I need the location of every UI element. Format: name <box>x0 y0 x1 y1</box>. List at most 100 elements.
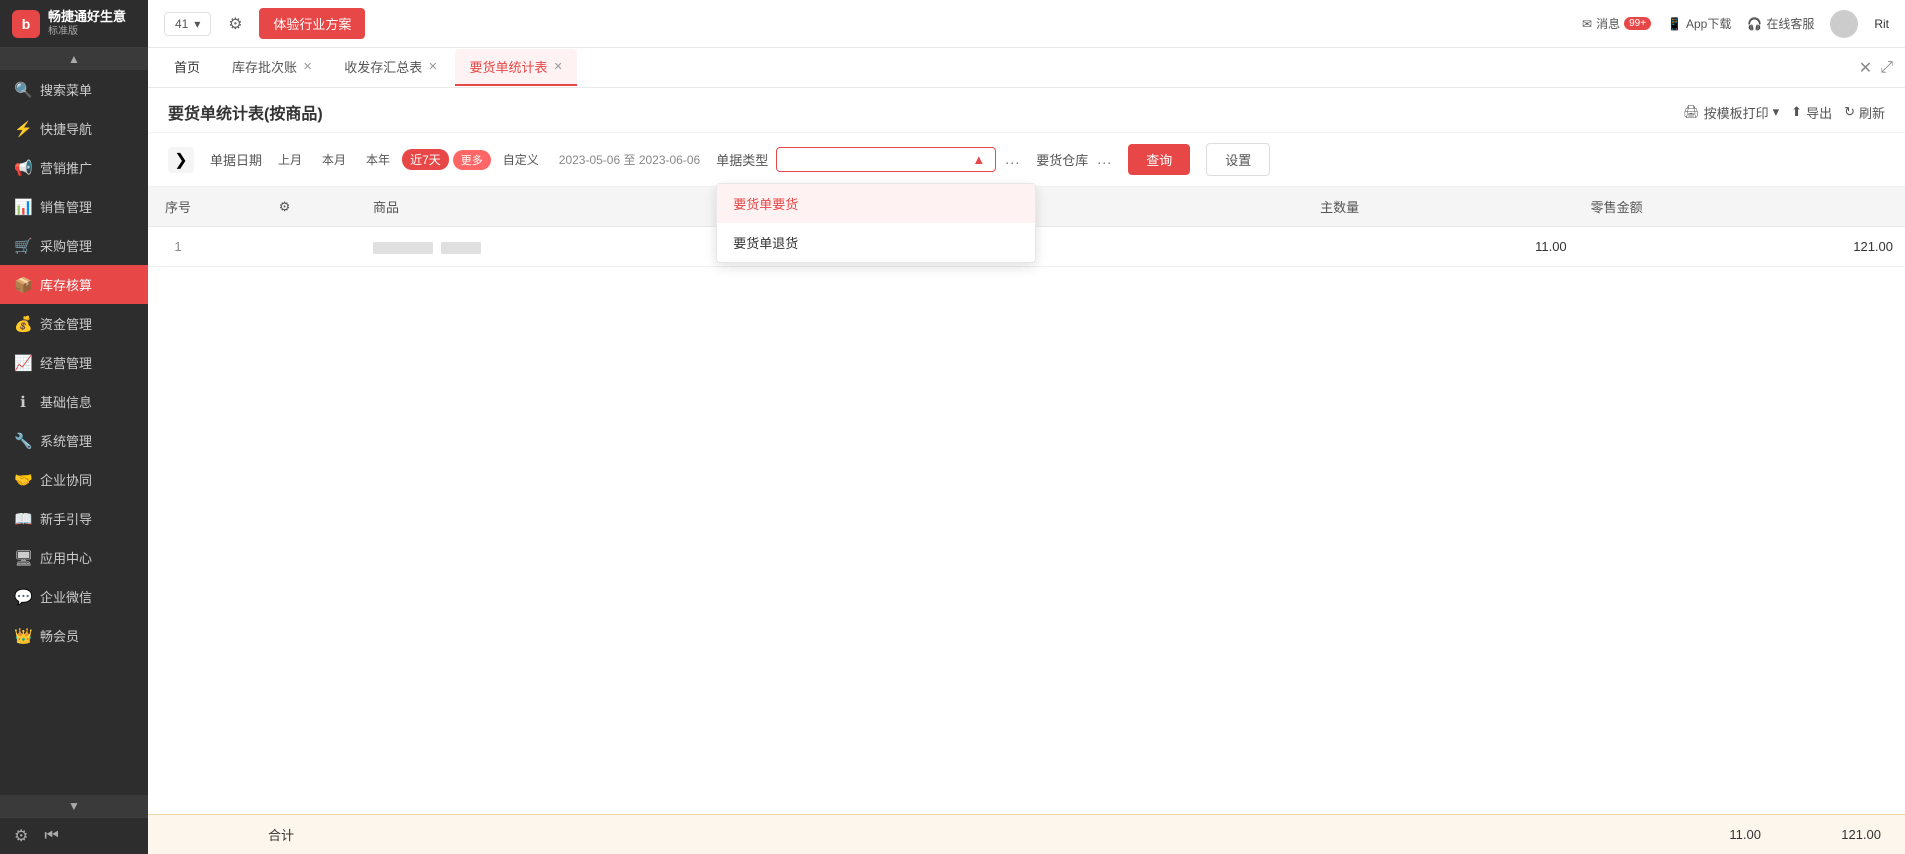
store-selector[interactable]: 41 ▾ <box>164 12 211 36</box>
refresh-btn[interactable]: ↻ 刷新 <box>1844 103 1885 122</box>
doc-type-select[interactable]: ▲ <box>776 147 996 172</box>
message-label: 消息 <box>1596 15 1620 32</box>
tab-close-icon[interactable]: ✕ <box>554 60 563 73</box>
query-btn[interactable]: 查询 <box>1128 144 1190 175</box>
sidebar-item-库存核算[interactable]: 📦 库存核算 <box>0 265 148 304</box>
sidebar-icon: ℹ <box>14 393 32 411</box>
app-logo-icon: b <box>12 10 40 38</box>
cell-index: 1 <box>148 227 208 267</box>
col-settings[interactable]: ⚙ <box>208 187 361 227</box>
online-service-label: 在线客服 <box>1766 15 1814 32</box>
print-template-btn[interactable]: 🖨 按模板打印 ▾ <box>1683 103 1779 122</box>
message-icon: ✉ <box>1582 17 1592 31</box>
sidebar-item-系统管理[interactable]: 🔧系统管理 <box>0 421 148 460</box>
refresh-icon: ↻ <box>1844 104 1855 120</box>
footer-total-label: 合计 <box>256 825 306 844</box>
col-qty: 主数量 <box>1308 187 1579 227</box>
sidebar-logo: b 畅捷通好生意 标准版 <box>0 0 148 48</box>
footer-retail-amount: 121.00 <box>1773 827 1893 842</box>
export-btn[interactable]: ⬆ 导出 <box>1791 103 1832 122</box>
page-actions: 🖨 按模板打印 ▾ ⬆ 导出 ↻ 刷新 <box>1683 103 1885 122</box>
sidebar-icon: 📊 <box>14 198 32 216</box>
sidebar-scroll-up[interactable]: ▲ <box>0 48 148 70</box>
sidebar-nav: 🔍搜索菜单⚡快捷导航📢营销推广📊销售管理🛒采购管理 📦 库存核算 💰资金管理📈经营管理… <box>0 70 148 795</box>
doc-type-dropdown: 要货单要货要货单退货 <box>716 183 1036 263</box>
sidebar-item-企业微信[interactable]: 💬企业微信 <box>0 577 148 616</box>
sidebar-icon: 📦 <box>14 276 32 294</box>
dropdown-option-0[interactable]: 要货单要货 <box>717 184 1035 223</box>
sidebar-icon: 👑 <box>14 627 32 645</box>
date-last-7days-btn[interactable]: 近7天 <box>402 149 449 170</box>
topbar: 41 ▾ ⚙ 体验行业方案 ✉ 消息 99+ 📱 App下载 🎧 在线客服 Ri… <box>148 0 1905 48</box>
sidebar-icon: 🔧 <box>14 432 32 450</box>
sidebar-scroll-down[interactable]: ▼ <box>0 795 148 817</box>
col-amount: 零售金额 <box>1579 187 1905 227</box>
sidebar-item-快捷导航[interactable]: ⚡快捷导航 <box>0 109 148 148</box>
date-this-year-btn[interactable]: 本年 <box>358 148 398 171</box>
date-last-month-btn[interactable]: 上月 <box>270 148 310 171</box>
date-this-month-btn[interactable]: 本月 <box>314 148 354 171</box>
topbar-gear-button[interactable]: ⚙ <box>221 10 249 38</box>
tab-close-icon[interactable]: ✕ <box>303 60 312 73</box>
setting-btn[interactable]: 设置 <box>1206 143 1270 176</box>
dropdown-option-1[interactable]: 要货单退货 <box>717 223 1035 262</box>
date-custom-btn[interactable]: 自定义 <box>495 148 547 171</box>
sidebar-item-采购管理[interactable]: 🛒采购管理 <box>0 226 148 265</box>
date-range-text: 2023-05-06 至 2023-06-06 <box>559 151 700 168</box>
sidebar-item-资金管理[interactable]: 💰资金管理 <box>0 304 148 343</box>
sidebar-item-畅会员[interactable]: 👑 畅会员 <box>0 616 148 655</box>
tab-收发存汇总表[interactable]: 收发存汇总表 ✕ <box>330 49 451 86</box>
doc-type-filter-group: 单据类型 ▲ … 要货单要货要货单退货 <box>716 147 1020 172</box>
user-avatar[interactable] <box>1830 10 1858 38</box>
sidebar-item-经营管理[interactable]: 📈经营管理 <box>0 343 148 382</box>
sidebar-item-企业协同[interactable]: 🤝企业协同 <box>0 460 148 499</box>
tab-close-icon[interactable]: ✕ <box>428 60 437 73</box>
sidebar-icon: 🖥 <box>14 549 32 567</box>
close-all-icon[interactable]: ✕ <box>1859 58 1872 78</box>
sidebar-label: 快捷导航 <box>40 119 92 138</box>
sidebar-label: 搜索菜单 <box>40 80 92 99</box>
sidebar-icon: 💬 <box>14 588 32 606</box>
app-download-label: App下载 <box>1686 15 1731 32</box>
brand-name: 畅捷通好生意 <box>48 9 126 26</box>
warehouse-more-icon[interactable]: … <box>1096 151 1112 169</box>
doc-type-label: 单据类型 <box>716 150 768 169</box>
tab-首页[interactable]: 首页 <box>160 49 214 86</box>
tab-label: 库存批次账 <box>232 57 297 76</box>
export-icon: ⬆ <box>1791 104 1802 120</box>
sidebar-item-基础信息[interactable]: ℹ基础信息 <box>0 382 148 421</box>
tab-要货单统计表[interactable]: 要货单统计表 ✕ <box>455 49 576 86</box>
message-btn[interactable]: ✉ 消息 99+ <box>1582 15 1651 32</box>
settings-icon[interactable]: ⚙ <box>14 826 28 846</box>
online-service-btn[interactable]: 🎧 在线客服 <box>1747 15 1814 32</box>
sidebar-item-销售管理[interactable]: 📊销售管理 <box>0 187 148 226</box>
app-download-btn[interactable]: 📱 App下载 <box>1667 15 1731 32</box>
date-more-btn[interactable]: 更多 <box>453 150 491 170</box>
doc-type-chevron-up-icon[interactable]: ▲ <box>972 152 985 167</box>
warehouse-filter-group: 要货仓库 … <box>1036 150 1112 169</box>
sidebar-label: 库存核算 <box>40 275 92 294</box>
footer-main-qty: 11.00 <box>1653 827 1773 842</box>
filter-expand-btn[interactable]: ❯ <box>168 147 194 173</box>
sidebar-label: 企业协同 <box>40 470 92 489</box>
sidebar-item-搜索菜单[interactable]: 🔍搜索菜单 <box>0 70 148 109</box>
brand-sub: 标准版 <box>48 25 126 38</box>
main-area: 41 ▾ ⚙ 体验行业方案 ✉ 消息 99+ 📱 App下载 🎧 在线客服 Ri… <box>148 0 1905 854</box>
headset-icon: 🎧 <box>1747 17 1762 31</box>
collapse-icon[interactable]: ⏮ <box>44 827 58 845</box>
sidebar-label: 畅会员 <box>40 626 79 645</box>
tab-库存批次账[interactable]: 库存批次账 ✕ <box>218 49 326 86</box>
cell-main-qty: 11.00 <box>1308 227 1579 267</box>
sidebar-item-应用中心[interactable]: 🖥应用中心 <box>0 538 148 577</box>
tabs-actions: ✕ ⤢ <box>1859 58 1893 78</box>
chevron-down-icon: ▾ <box>1773 104 1780 120</box>
more-options-icon[interactable]: … <box>1004 151 1020 169</box>
sidebar-item-营销推广[interactable]: 📢营销推广 <box>0 148 148 187</box>
date-filter-group: 单据日期 上月 本月 本年 近7天 更多 自定义 2023-05-06 至 20… <box>210 148 700 171</box>
industry-btn[interactable]: 体验行业方案 <box>259 8 365 39</box>
sidebar-icon: 📢 <box>14 159 32 177</box>
doc-type-input[interactable] <box>787 152 972 167</box>
sidebar-item-新手引导[interactable]: 📖新手引导 <box>0 499 148 538</box>
expand-tabs-icon[interactable]: ⤢ <box>1880 59 1893 77</box>
table-footer: 合计 11.00 121.00 <box>148 814 1905 854</box>
